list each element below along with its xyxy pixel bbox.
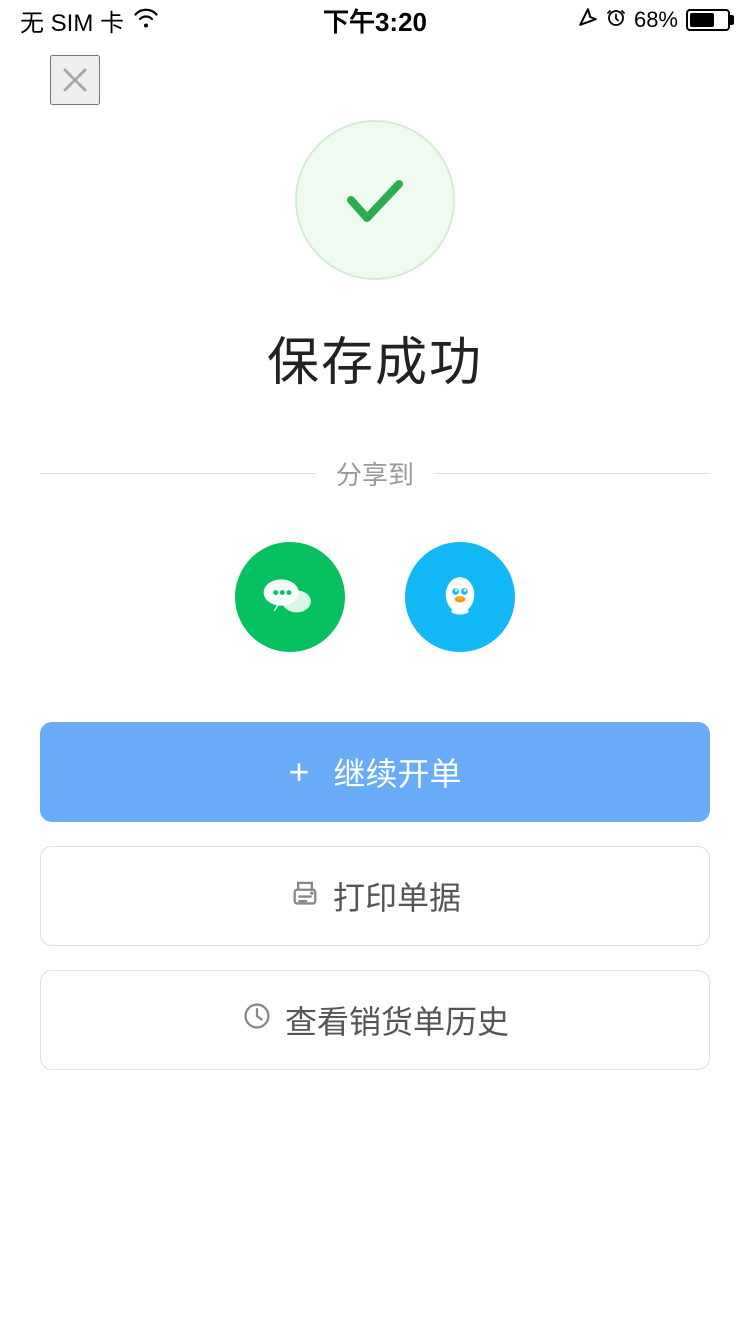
- status-left: 无 SIM 卡: [20, 3, 160, 38]
- share-divider: 分享到: [40, 455, 710, 492]
- wechat-share-button[interactable]: [235, 542, 345, 652]
- battery-icon: [686, 9, 730, 31]
- main-content: 保存成功 分享到: [0, 40, 750, 1070]
- wifi-icon: [132, 6, 160, 35]
- status-bar: 无 SIM 卡 下午3:20 68%: [0, 0, 750, 40]
- share-icons: [40, 542, 710, 652]
- share-section: 分享到: [0, 455, 750, 722]
- plus-icon: +: [288, 754, 309, 790]
- success-title: 保存成功: [267, 320, 483, 395]
- share-label: 分享到: [336, 455, 414, 492]
- success-icon-circle: [295, 120, 455, 280]
- checkmark-icon: [335, 160, 415, 240]
- no-sim-text: 无 SIM 卡: [20, 3, 124, 38]
- status-right: 68%: [578, 7, 730, 33]
- print-icon: [289, 876, 321, 916]
- status-time: 下午3:20: [323, 2, 427, 39]
- action-buttons: + 继续开单 打印单据: [0, 722, 750, 1070]
- history-label: 查看销货单历史: [285, 997, 509, 1043]
- battery-percentage: 68%: [634, 7, 678, 33]
- qq-share-button[interactable]: [405, 542, 515, 652]
- alarm-icon: [606, 7, 626, 33]
- close-button[interactable]: [50, 55, 100, 105]
- qq-icon: [427, 564, 493, 630]
- print-button[interactable]: 打印单据: [40, 846, 710, 946]
- history-icon: [241, 1000, 273, 1040]
- wechat-icon: [257, 564, 323, 630]
- print-label: 打印单据: [333, 873, 461, 919]
- continue-order-button[interactable]: + 继续开单: [40, 722, 710, 822]
- view-history-button[interactable]: 查看销货单历史: [40, 970, 710, 1070]
- location-icon: [578, 7, 598, 33]
